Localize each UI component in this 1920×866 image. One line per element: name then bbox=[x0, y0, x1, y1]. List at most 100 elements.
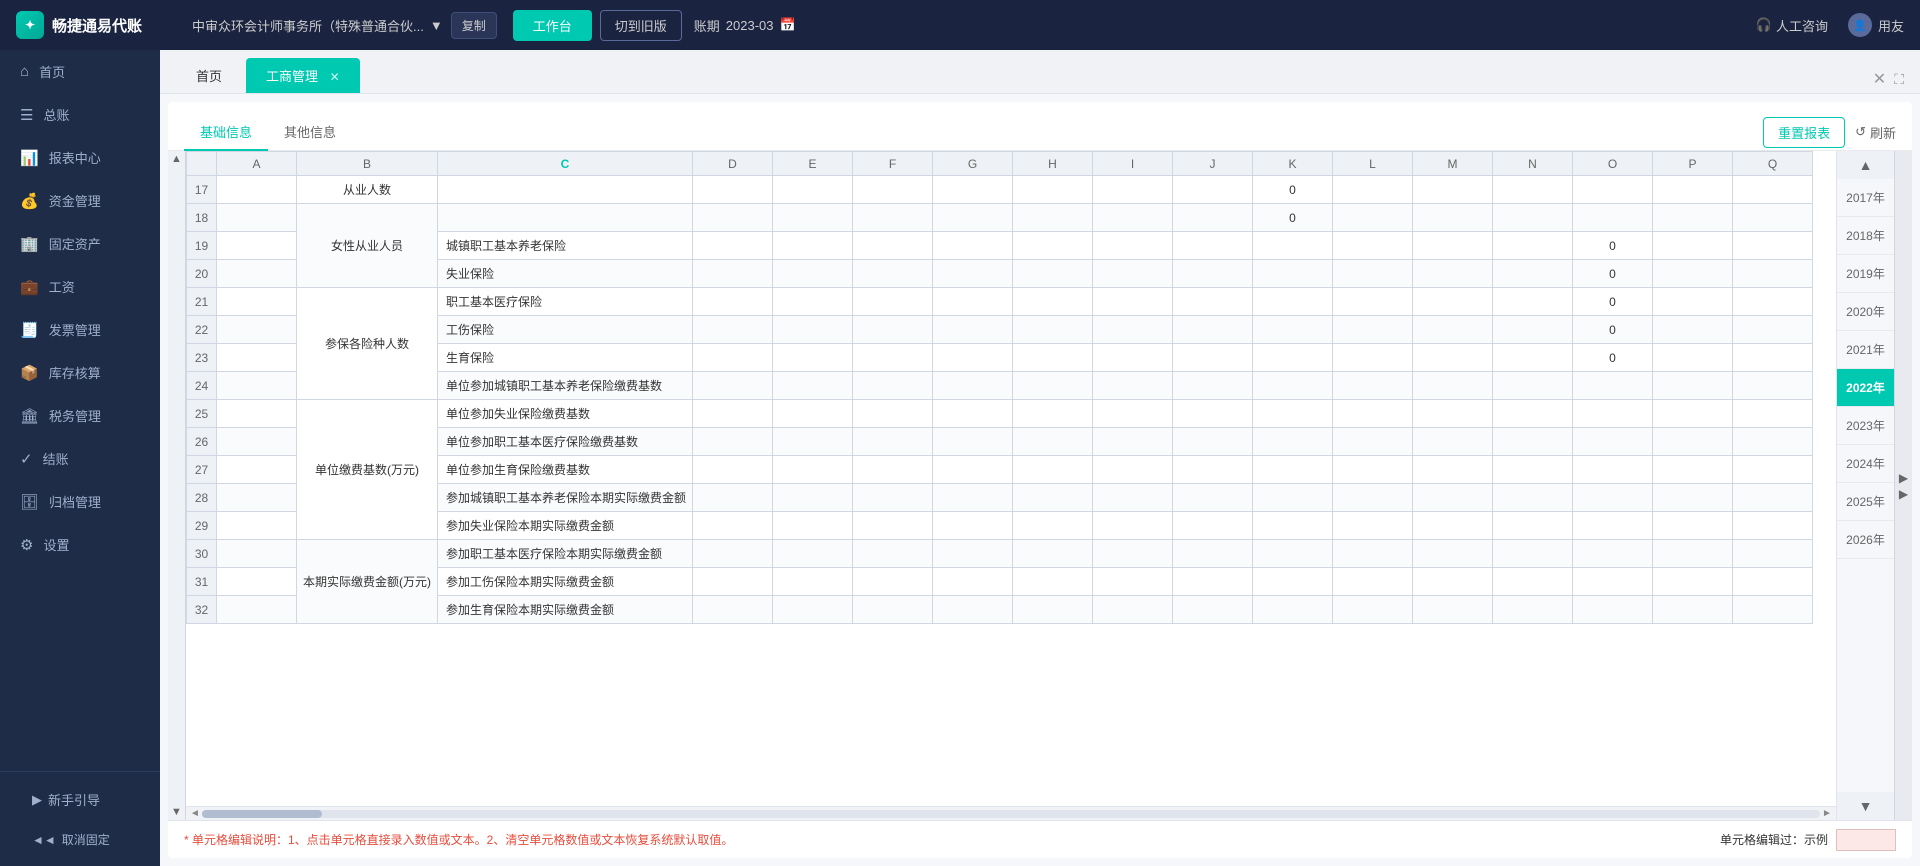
cell-empty[interactable] bbox=[1333, 456, 1413, 484]
cell-c[interactable] bbox=[438, 204, 693, 232]
cell-empty[interactable] bbox=[853, 288, 933, 316]
cell-c[interactable]: 失业保险 bbox=[438, 260, 693, 288]
cell-empty[interactable] bbox=[1093, 316, 1173, 344]
year-item[interactable]: 2019年 bbox=[1837, 255, 1894, 293]
cell-o[interactable] bbox=[1573, 596, 1653, 624]
cell-empty[interactable] bbox=[853, 344, 933, 372]
cell-empty[interactable] bbox=[1333, 260, 1413, 288]
cell-empty[interactable] bbox=[1173, 568, 1253, 596]
year-item[interactable]: 2023年 bbox=[1837, 407, 1894, 445]
cell-b[interactable]: 女性从业人员 bbox=[297, 204, 438, 288]
cell-empty[interactable] bbox=[1653, 204, 1733, 232]
cell-o[interactable] bbox=[1573, 512, 1653, 540]
sub-tab-other[interactable]: 其他信息 bbox=[268, 114, 352, 151]
cell-empty[interactable] bbox=[1413, 568, 1493, 596]
cell-empty[interactable] bbox=[1093, 428, 1173, 456]
cell-empty[interactable] bbox=[1733, 372, 1813, 400]
cell-empty[interactable] bbox=[1733, 568, 1813, 596]
sidebar-item-home[interactable]: ⌂ 首页 bbox=[0, 50, 160, 93]
cell-empty[interactable] bbox=[1493, 512, 1573, 540]
cell-empty[interactable] bbox=[1493, 568, 1573, 596]
cell-empty[interactable] bbox=[1413, 316, 1493, 344]
cell-empty[interactable] bbox=[1093, 512, 1173, 540]
cell-empty[interactable] bbox=[933, 512, 1013, 540]
cell-empty[interactable] bbox=[773, 316, 853, 344]
cell-empty[interactable] bbox=[1333, 288, 1413, 316]
cell-a[interactable] bbox=[217, 204, 297, 232]
cell-a[interactable] bbox=[217, 316, 297, 344]
scroll-up-icon[interactable]: ▲ bbox=[171, 153, 182, 165]
cell-k[interactable] bbox=[1253, 428, 1333, 456]
cell-empty[interactable] bbox=[1013, 232, 1093, 260]
cell-empty[interactable] bbox=[933, 568, 1013, 596]
cell-empty[interactable] bbox=[1013, 596, 1093, 624]
cell-empty[interactable] bbox=[1013, 428, 1093, 456]
cell-empty[interactable] bbox=[1493, 484, 1573, 512]
cell-k[interactable] bbox=[1253, 344, 1333, 372]
cell-empty[interactable] bbox=[1733, 344, 1813, 372]
cell-empty[interactable] bbox=[1733, 540, 1813, 568]
cell-a[interactable] bbox=[217, 288, 297, 316]
cell-empty[interactable] bbox=[1013, 512, 1093, 540]
cell-empty[interactable] bbox=[1413, 428, 1493, 456]
cell-empty[interactable] bbox=[693, 260, 773, 288]
cell-a[interactable] bbox=[217, 484, 297, 512]
cell-empty[interactable] bbox=[773, 232, 853, 260]
cell-empty[interactable] bbox=[1093, 288, 1173, 316]
cell-empty[interactable] bbox=[1413, 540, 1493, 568]
cell-empty[interactable] bbox=[1653, 232, 1733, 260]
cell-empty[interactable] bbox=[1653, 596, 1733, 624]
cell-empty[interactable] bbox=[1493, 540, 1573, 568]
cell-a[interactable] bbox=[217, 372, 297, 400]
cell-c[interactable]: 参加工伤保险本期实际缴费金额 bbox=[438, 568, 693, 596]
cell-o[interactable]: 0 bbox=[1573, 344, 1653, 372]
cell-k[interactable] bbox=[1253, 456, 1333, 484]
cell-o[interactable] bbox=[1573, 428, 1653, 456]
cell-empty[interactable] bbox=[1493, 372, 1573, 400]
tab-close-icon[interactable]: ✕ bbox=[330, 70, 340, 84]
cell-empty[interactable] bbox=[693, 484, 773, 512]
year-item[interactable]: 2024年 bbox=[1837, 445, 1894, 483]
cell-empty[interactable] bbox=[853, 260, 933, 288]
cell-empty[interactable] bbox=[1413, 176, 1493, 204]
cell-empty[interactable] bbox=[1013, 316, 1093, 344]
cell-empty[interactable] bbox=[1093, 596, 1173, 624]
cell-empty[interactable] bbox=[933, 344, 1013, 372]
cell-c[interactable]: 参加职工基本医疗保险本期实际缴费金额 bbox=[438, 540, 693, 568]
cell-empty[interactable] bbox=[933, 204, 1013, 232]
cell-empty[interactable] bbox=[1093, 568, 1173, 596]
cell-k[interactable]: 0 bbox=[1253, 204, 1333, 232]
cell-c[interactable]: 单位参加职工基本医疗保险缴费基数 bbox=[438, 428, 693, 456]
cell-empty[interactable] bbox=[1173, 232, 1253, 260]
cell-empty[interactable] bbox=[1653, 316, 1733, 344]
cell-empty[interactable] bbox=[1413, 372, 1493, 400]
cell-a[interactable] bbox=[217, 176, 297, 204]
cell-b[interactable]: 从业人数 bbox=[297, 176, 438, 204]
cell-empty[interactable] bbox=[933, 232, 1013, 260]
cell-a[interactable] bbox=[217, 344, 297, 372]
cell-empty[interactable] bbox=[933, 484, 1013, 512]
cell-k[interactable]: 0 bbox=[1253, 176, 1333, 204]
cell-empty[interactable] bbox=[1333, 204, 1413, 232]
cell-empty[interactable] bbox=[853, 484, 933, 512]
year-item[interactable]: 2022年 bbox=[1837, 369, 1894, 407]
cell-c[interactable]: 参加失业保险本期实际缴费金额 bbox=[438, 512, 693, 540]
year-item[interactable]: 2025年 bbox=[1837, 483, 1894, 521]
cell-empty[interactable] bbox=[1653, 540, 1733, 568]
cell-empty[interactable] bbox=[1173, 456, 1253, 484]
cell-empty[interactable] bbox=[853, 176, 933, 204]
cell-empty[interactable] bbox=[1413, 484, 1493, 512]
scroll-down-icon[interactable]: ▼ bbox=[171, 806, 182, 818]
cell-k[interactable] bbox=[1253, 288, 1333, 316]
cell-k[interactable] bbox=[1253, 568, 1333, 596]
cell-empty[interactable] bbox=[1733, 288, 1813, 316]
cell-empty[interactable] bbox=[1413, 260, 1493, 288]
cell-empty[interactable] bbox=[693, 344, 773, 372]
workbench-button[interactable]: 工作台 bbox=[513, 10, 592, 41]
cell-empty[interactable] bbox=[1493, 176, 1573, 204]
cell-empty[interactable] bbox=[1653, 372, 1733, 400]
cell-b[interactable]: 参保各险种人数 bbox=[297, 288, 438, 400]
cell-a[interactable] bbox=[217, 260, 297, 288]
cell-o[interactable]: 0 bbox=[1573, 260, 1653, 288]
cell-empty[interactable] bbox=[773, 512, 853, 540]
